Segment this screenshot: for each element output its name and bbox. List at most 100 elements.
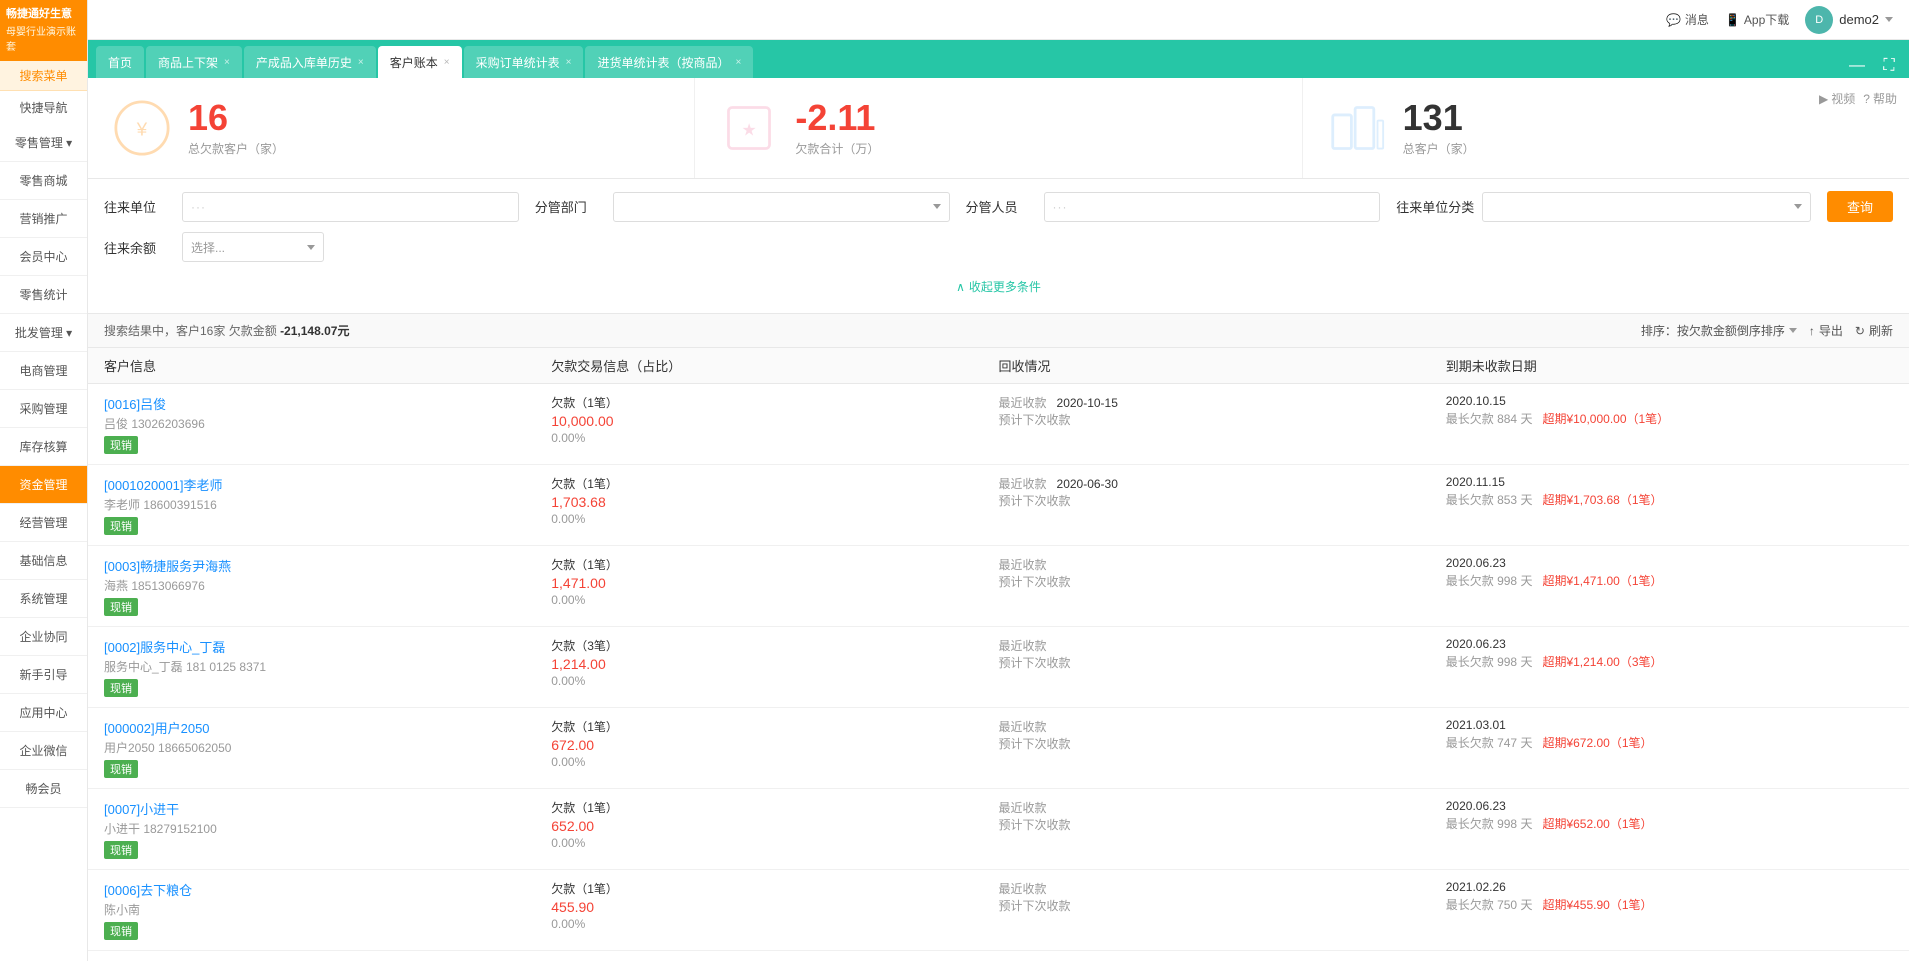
overdue-amount-1[interactable]: 超期¥1,703.68（1笔） bbox=[1542, 493, 1662, 507]
customer-name-1[interactable]: [0001020001]李老师 bbox=[104, 475, 551, 494]
customer-name-6[interactable]: [0006]去下粮仓 bbox=[104, 880, 551, 899]
topbar-app-download[interactable]: 📱 App下载 bbox=[1725, 11, 1789, 28]
quick-nav[interactable]: 快捷导航 bbox=[0, 91, 87, 124]
export-button[interactable]: ↑ 导出 bbox=[1809, 322, 1843, 339]
refresh-button[interactable]: ↻ 刷新 bbox=[1855, 322, 1893, 339]
overdue-info-1: 2020.11.15 最长欠款 853 天 超期¥1,703.68（1笔） bbox=[1446, 475, 1893, 510]
unit-category-select[interactable] bbox=[1482, 192, 1811, 222]
debt-ratio-5: 0.00% bbox=[551, 836, 998, 850]
card-total-customers: 131 总客户（家） ▶ 视频 ? 帮助 bbox=[1303, 78, 1909, 178]
debt-ratio-0: 0.00% bbox=[551, 431, 998, 445]
balance-label: 往来余额 bbox=[104, 238, 174, 257]
sidebar-item-business[interactable]: 经营管理 bbox=[0, 504, 87, 542]
customer-sub-2: 海燕 18513066976 bbox=[104, 577, 551, 594]
balance-select[interactable]: 选择... bbox=[182, 232, 324, 262]
sidebar-item-new-guide[interactable]: 新手引导 bbox=[0, 656, 87, 694]
sidebar-item-app-center[interactable]: 应用中心 bbox=[0, 694, 87, 732]
customer-name-5[interactable]: [0007]小进干 bbox=[104, 799, 551, 818]
table-row: [000001]黄思源 黄思源 13552700226 现销 欠款（1笔） 42… bbox=[88, 951, 1909, 961]
topbar-user[interactable]: D demo2 bbox=[1805, 6, 1893, 34]
overdue-amount-6[interactable]: 超期¥455.90（1笔） bbox=[1542, 898, 1652, 912]
debt-amount-6[interactable]: 455.90 bbox=[551, 899, 998, 915]
table-row: [0003]畅捷服务尹海燕 海燕 18513066976 现销 欠款（1笔） 1… bbox=[88, 546, 1909, 627]
tabs-minimize-icon[interactable]: — bbox=[1845, 54, 1869, 78]
unit-category-chevron-icon bbox=[1794, 204, 1802, 209]
tab-close-purchase_order[interactable]: × bbox=[566, 57, 572, 68]
sidebar-item-inventory[interactable]: 库存核算 bbox=[0, 428, 87, 466]
debt-ratio-4: 0.00% bbox=[551, 755, 998, 769]
tab-close-purchase_stat[interactable]: × bbox=[735, 57, 741, 68]
logo-line2: 母婴行业演示账套 bbox=[6, 23, 81, 53]
sidebar-item-purchase[interactable]: 采购管理 bbox=[0, 390, 87, 428]
overdue-amount-5[interactable]: 超期¥652.00（1笔） bbox=[1542, 817, 1652, 831]
collect-next-0: 预计下次收款 bbox=[999, 411, 1446, 428]
tab-product_history[interactable]: 产成品入库单历史× bbox=[244, 46, 376, 78]
svg-text:¥: ¥ bbox=[136, 118, 148, 139]
manager-input[interactable]: ··· bbox=[1044, 192, 1381, 222]
tab-customer_account[interactable]: 客户账本× bbox=[378, 46, 462, 78]
tabs-maximize-icon[interactable]: ⛶ bbox=[1877, 54, 1901, 78]
debt-amount-4[interactable]: 672.00 bbox=[551, 737, 998, 753]
customer-name-3[interactable]: [0002]服务中心_丁磊 bbox=[104, 637, 551, 656]
collapse-button[interactable]: ∧ 收起更多条件 bbox=[104, 272, 1893, 301]
collect-info-0: 最近收款 2020-10-15 预计下次收款 bbox=[999, 394, 1446, 428]
topbar-message[interactable]: 💬 消息 bbox=[1666, 11, 1709, 28]
sidebar-item-vip-member[interactable]: 畅会员 bbox=[0, 770, 87, 808]
customer-info-6: [0006]去下粮仓 陈小南 现销 bbox=[104, 880, 551, 940]
sidebar-item-batch-management[interactable]: 批发管理 ▾ bbox=[0, 314, 87, 352]
debt-amount-1[interactable]: 1,703.68 bbox=[551, 494, 998, 510]
debt-info-5: 欠款（1笔） 652.00 0.00% bbox=[551, 799, 998, 850]
svg-text:★: ★ bbox=[742, 120, 757, 139]
video-action[interactable]: ▶ 视频 bbox=[1819, 90, 1855, 107]
chevron-down-icon bbox=[1885, 17, 1893, 22]
help-action[interactable]: ? 帮助 bbox=[1863, 90, 1897, 107]
sidebar-item-system[interactable]: 系统管理 bbox=[0, 580, 87, 618]
sidebar-item-zero-retail-mall[interactable]: 零售商城 bbox=[0, 162, 87, 200]
source-unit-input[interactable]: ··· bbox=[182, 192, 519, 222]
debt-amount-0[interactable]: 10,000.00 bbox=[551, 413, 998, 429]
overdue-amount-4[interactable]: 超期¥672.00（1笔） bbox=[1542, 736, 1652, 750]
sidebar-item-enterprise-wechat[interactable]: 企业微信 bbox=[0, 732, 87, 770]
customer-name-0[interactable]: [0016]吕俊 bbox=[104, 394, 551, 413]
overdue-info-2: 2020.06.23 最长欠款 998 天 超期¥1,471.00（1笔） bbox=[1446, 556, 1893, 591]
tab-purchase_stat[interactable]: 进货单统计表（按商品）× bbox=[585, 46, 753, 78]
sidebar-item-enterprise-coop[interactable]: 企业协同 bbox=[0, 618, 87, 656]
card-icon-debt: ¥ bbox=[112, 98, 172, 158]
dept-select[interactable] bbox=[613, 192, 950, 222]
sidebar-item-basic-info[interactable]: 基础信息 bbox=[0, 542, 87, 580]
table-row: [0002]服务中心_丁磊 服务中心_丁磊 181 0125 8371 现销 欠… bbox=[88, 627, 1909, 708]
tab-home[interactable]: 首页 bbox=[96, 46, 144, 78]
debt-amount-3[interactable]: 1,214.00 bbox=[551, 656, 998, 672]
search-menu[interactable]: 搜索菜单 bbox=[0, 61, 87, 91]
sidebar-item-ecommerce[interactable]: 电商管理 bbox=[0, 352, 87, 390]
filter-dept: 分管部门 bbox=[535, 192, 950, 222]
customer-tag-6: 现销 bbox=[104, 922, 138, 940]
customer-name-2[interactable]: [0003]畅捷服务尹海燕 bbox=[104, 556, 551, 575]
overdue-amount-3[interactable]: 超期¥1,214.00（3笔） bbox=[1542, 655, 1662, 669]
search-button[interactable]: 查询 bbox=[1827, 191, 1893, 222]
collect-info-6: 最近收款 预计下次收款 bbox=[999, 880, 1446, 914]
tab-product_off[interactable]: 商品上下架× bbox=[146, 46, 242, 78]
collapse-up-icon: ∧ bbox=[956, 280, 965, 294]
customer-name-4[interactable]: [000002]用户2050 bbox=[104, 718, 551, 737]
collect-next-1: 预计下次收款 bbox=[999, 492, 1446, 509]
overdue-amount-0[interactable]: 超期¥10,000.00（1笔） bbox=[1542, 412, 1669, 426]
sidebar-item-member-center[interactable]: 会员中心 bbox=[0, 238, 87, 276]
debt-count-1: 欠款（1笔） bbox=[551, 475, 998, 492]
sidebar-item-zero-retail-management[interactable]: 零售管理 ▾ bbox=[0, 124, 87, 162]
tab-close-customer_account[interactable]: × bbox=[444, 57, 450, 68]
overdue-info-3: 2020.06.23 最长欠款 998 天 超期¥1,214.00（3笔） bbox=[1446, 637, 1893, 672]
overdue-amount-2[interactable]: 超期¥1,471.00（1笔） bbox=[1542, 574, 1662, 588]
summary-cards: ¥ 16 总欠款客户（家） ★ -2.11 欠款合计（万） bbox=[88, 78, 1909, 179]
debt-amount-2[interactable]: 1,471.00 bbox=[551, 575, 998, 591]
sidebar-item-zero-retail-stat[interactable]: 零售统计 bbox=[0, 276, 87, 314]
tab-purchase_order[interactable]: 采购订单统计表× bbox=[464, 46, 584, 78]
tab-close-product_history[interactable]: × bbox=[358, 57, 364, 68]
sidebar-item-marketing[interactable]: 营销推广 bbox=[0, 200, 87, 238]
tab-close-product_off[interactable]: × bbox=[224, 57, 230, 68]
sidebar-item-finance[interactable]: 资金管理 bbox=[0, 466, 87, 504]
card-label-2: 欠款合计（万） bbox=[795, 140, 879, 157]
sort-button[interactable]: 排序：按欠款金额倒序排序 bbox=[1641, 322, 1797, 339]
debt-amount-5[interactable]: 652.00 bbox=[551, 818, 998, 834]
collect-label-6: 最近收款 bbox=[999, 880, 1446, 897]
